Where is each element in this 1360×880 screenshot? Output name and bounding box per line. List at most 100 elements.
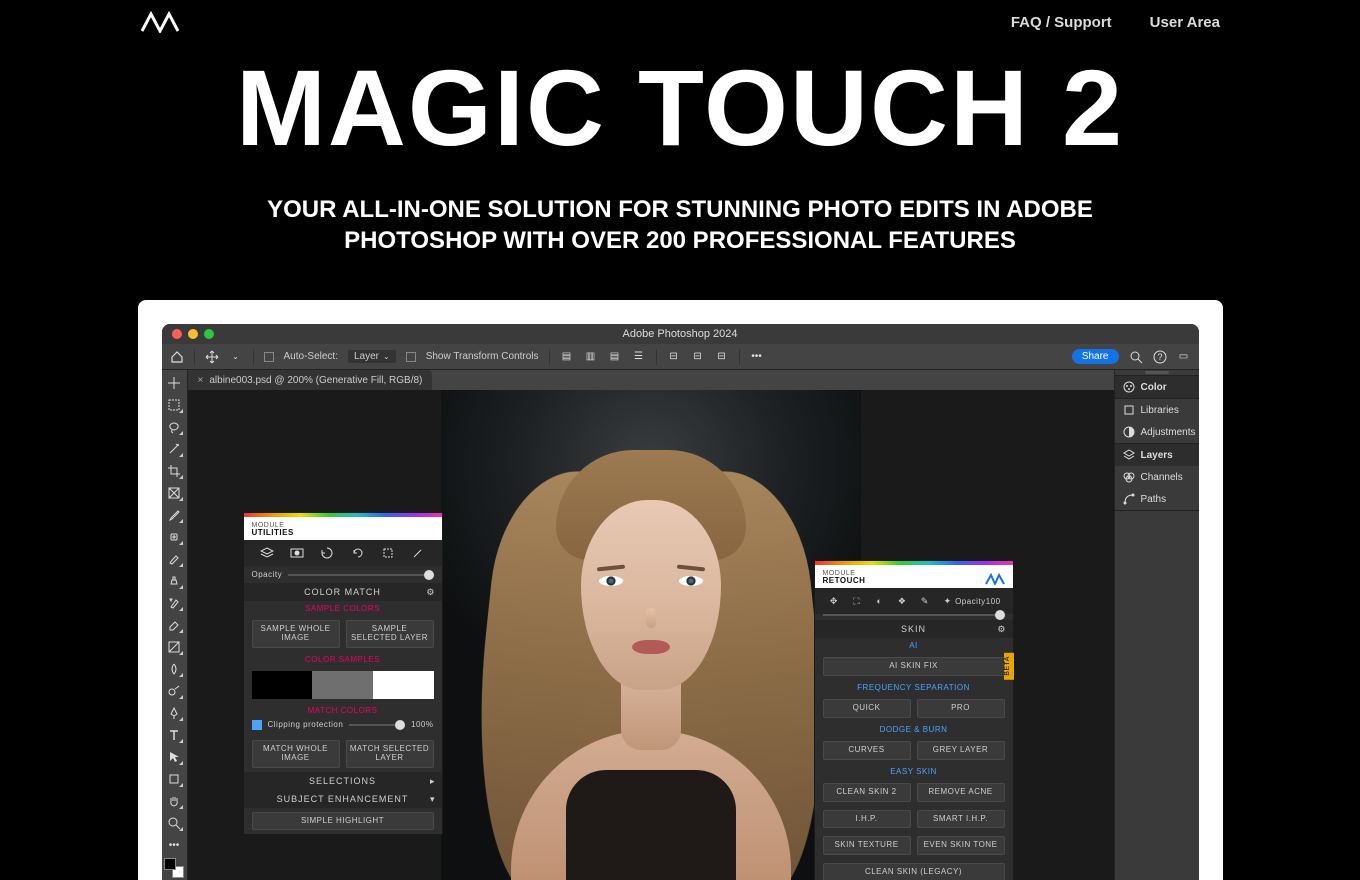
swatch-white[interactable] — [373, 671, 434, 699]
distribute-middle-icon[interactable]: ⊟ — [691, 350, 705, 364]
eyedropper-tool[interactable] — [164, 506, 184, 524]
path-select-tool[interactable] — [164, 748, 184, 766]
marquee-tool[interactable] — [164, 396, 184, 414]
align-justify-icon[interactable]: ☰ — [632, 350, 646, 364]
expand-icon[interactable]: ⛶ — [849, 594, 865, 608]
match-selected-layer-button[interactable]: MATCH SELECTED LAYER — [346, 740, 434, 768]
ai-skin-fix-button[interactable]: AI SKIN FIX — [823, 657, 1005, 676]
close-tab-icon[interactable]: × — [198, 375, 204, 386]
mask-icon[interactable] — [289, 546, 305, 560]
history-brush-tool[interactable] — [164, 594, 184, 612]
type-tool[interactable] — [164, 726, 184, 744]
nav-user-area[interactable]: User Area — [1150, 14, 1220, 31]
wand-icon[interactable]: ✦ — [940, 594, 956, 608]
more-icon[interactable]: ••• — [750, 350, 764, 364]
panel-channels[interactable]: Channels — [1115, 466, 1199, 488]
gear-icon[interactable]: ⚙ — [997, 624, 1006, 635]
magic-wand-tool[interactable] — [164, 440, 184, 458]
blur-tool[interactable] — [164, 660, 184, 678]
pen-tool[interactable] — [164, 704, 184, 722]
wand-icon[interactable] — [410, 546, 426, 560]
remove-acne-button[interactable]: REMOVE ACNE — [917, 783, 1005, 802]
smart-ihp-button[interactable]: SMART I.H.P. — [917, 810, 1005, 829]
refresh-icon[interactable] — [350, 546, 366, 560]
frame-tool[interactable] — [164, 484, 184, 502]
distribute-bottom-icon[interactable]: ⊟ — [715, 350, 729, 364]
sample-whole-image-button[interactable]: SAMPLE WHOLE IMAGE — [252, 620, 340, 648]
layers-icon[interactable]: ❖ — [894, 594, 910, 608]
gear-icon[interactable]: ⚙ — [426, 587, 435, 598]
layers-icon[interactable] — [259, 546, 275, 560]
sample-selected-layer-button[interactable]: SAMPLE SELECTED LAYER — [346, 620, 434, 648]
nav-faq-support[interactable]: FAQ / Support — [1011, 14, 1112, 31]
clean-skin-legacy-button[interactable]: CLEAN SKIN (LEGACY) — [823, 863, 1005, 880]
align-left-icon[interactable]: ▤ — [560, 350, 574, 364]
move-tool[interactable] — [164, 374, 184, 392]
grey-layer-button[interactable]: GREY LAYER — [917, 741, 1005, 760]
skin-header[interactable]: SKIN⚙ — [815, 620, 1013, 638]
swatch-black[interactable] — [252, 671, 313, 699]
canvas[interactable]: MODULEUTILITIES Opacity — [188, 390, 1114, 880]
document-tab[interactable]: × albine003.psd @ 200% (Generative Fill,… — [188, 370, 433, 390]
curves-button[interactable]: CURVES — [823, 741, 911, 760]
clean-skin-2-button[interactable]: CLEAN SKIN 2 — [823, 783, 911, 802]
opacity-slider[interactable]: Opacity — [244, 566, 442, 583]
ai-label: AI — [815, 638, 1013, 653]
shape-tool[interactable] — [164, 770, 184, 788]
home-icon[interactable] — [170, 350, 184, 364]
simple-highlight-button[interactable]: SIMPLE HIGHLIGHT — [252, 812, 434, 831]
brush-tool[interactable] — [164, 550, 184, 568]
align-right-icon[interactable]: ▤ — [608, 350, 622, 364]
even-skin-tone-button[interactable]: EVEN SKIN TONE — [917, 836, 1005, 855]
hand-tool[interactable] — [164, 792, 184, 810]
dropdown-icon[interactable]: ⌄ — [229, 350, 243, 364]
panel-color[interactable]: Color — [1115, 376, 1199, 398]
sample-colors-label: SAMPLE COLORS — [244, 601, 442, 616]
eraser-tool[interactable] — [164, 616, 184, 634]
panel-adjustments[interactable]: Adjustments — [1115, 421, 1199, 443]
selections-header[interactable]: SELECTIONS▸ — [244, 772, 442, 790]
help-icon[interactable]: ? — [1153, 350, 1167, 364]
window-titlebar: Adobe Photoshop 2024 — [162, 324, 1199, 344]
zoom-tool[interactable] — [164, 814, 184, 832]
ihp-button[interactable]: I.H.P. — [823, 810, 911, 829]
subject-enhancement-header[interactable]: SUBJECT ENHANCEMENT▾ — [244, 790, 442, 808]
panel-libraries[interactable]: Libraries — [1115, 399, 1199, 421]
workspace-icon[interactable]: ▭ — [1177, 350, 1191, 364]
logo[interactable] — [140, 11, 180, 33]
lasso-tool[interactable] — [164, 418, 184, 436]
crop-tool[interactable] — [164, 462, 184, 480]
auto-select-checkbox[interactable] — [264, 352, 274, 362]
move-tool-icon[interactable] — [205, 350, 219, 364]
pro-button[interactable]: PRO — [917, 699, 1005, 718]
healing-brush-tool[interactable] — [164, 528, 184, 546]
align-center-h-icon[interactable]: ▥ — [584, 350, 598, 364]
layer-select[interactable]: Layer⌄ — [348, 350, 396, 363]
recycle-icon[interactable] — [319, 546, 335, 560]
skin-texture-button[interactable]: SKIN TEXTURE — [823, 836, 911, 855]
color-match-header[interactable]: COLOR MATCH⚙ — [244, 583, 442, 601]
mask-icon[interactable]: ◐ — [871, 594, 887, 608]
clipping-protection-row[interactable]: Clipping protection 100% — [244, 718, 442, 736]
brush-icon[interactable]: ✎ — [917, 594, 933, 608]
quick-button[interactable]: QUICK — [823, 699, 911, 718]
show-transform-checkbox[interactable] — [406, 352, 416, 362]
clipping-checkbox[interactable] — [252, 720, 262, 730]
move-icon[interactable]: ✥ — [826, 594, 842, 608]
utilities-panel[interactable]: MODULEUTILITIES Opacity — [243, 512, 443, 835]
retouch-panel[interactable]: MODULERETOUCH ✥ ⛶ ◐ ❖ ✎ ✦ Opacity 100 — [814, 560, 1014, 880]
color-swatches[interactable] — [164, 858, 184, 878]
swatch-grey[interactable] — [312, 671, 373, 699]
edit-toolbar[interactable]: ••• — [164, 836, 184, 854]
gradient-tool[interactable] — [164, 638, 184, 656]
panel-layers[interactable]: Layers — [1115, 444, 1199, 466]
distribute-top-icon[interactable]: ⊟ — [667, 350, 681, 364]
match-whole-image-button[interactable]: MATCH WHOLE IMAGE — [252, 740, 340, 768]
panel-paths[interactable]: Paths — [1115, 488, 1199, 510]
expand-icon[interactable] — [380, 546, 396, 560]
search-icon[interactable] — [1129, 350, 1143, 364]
clone-stamp-tool[interactable] — [164, 572, 184, 590]
auto-select-label: Auto-Select: — [284, 351, 338, 362]
dodge-tool[interactable] — [164, 682, 184, 700]
share-button[interactable]: Share — [1072, 349, 1119, 364]
